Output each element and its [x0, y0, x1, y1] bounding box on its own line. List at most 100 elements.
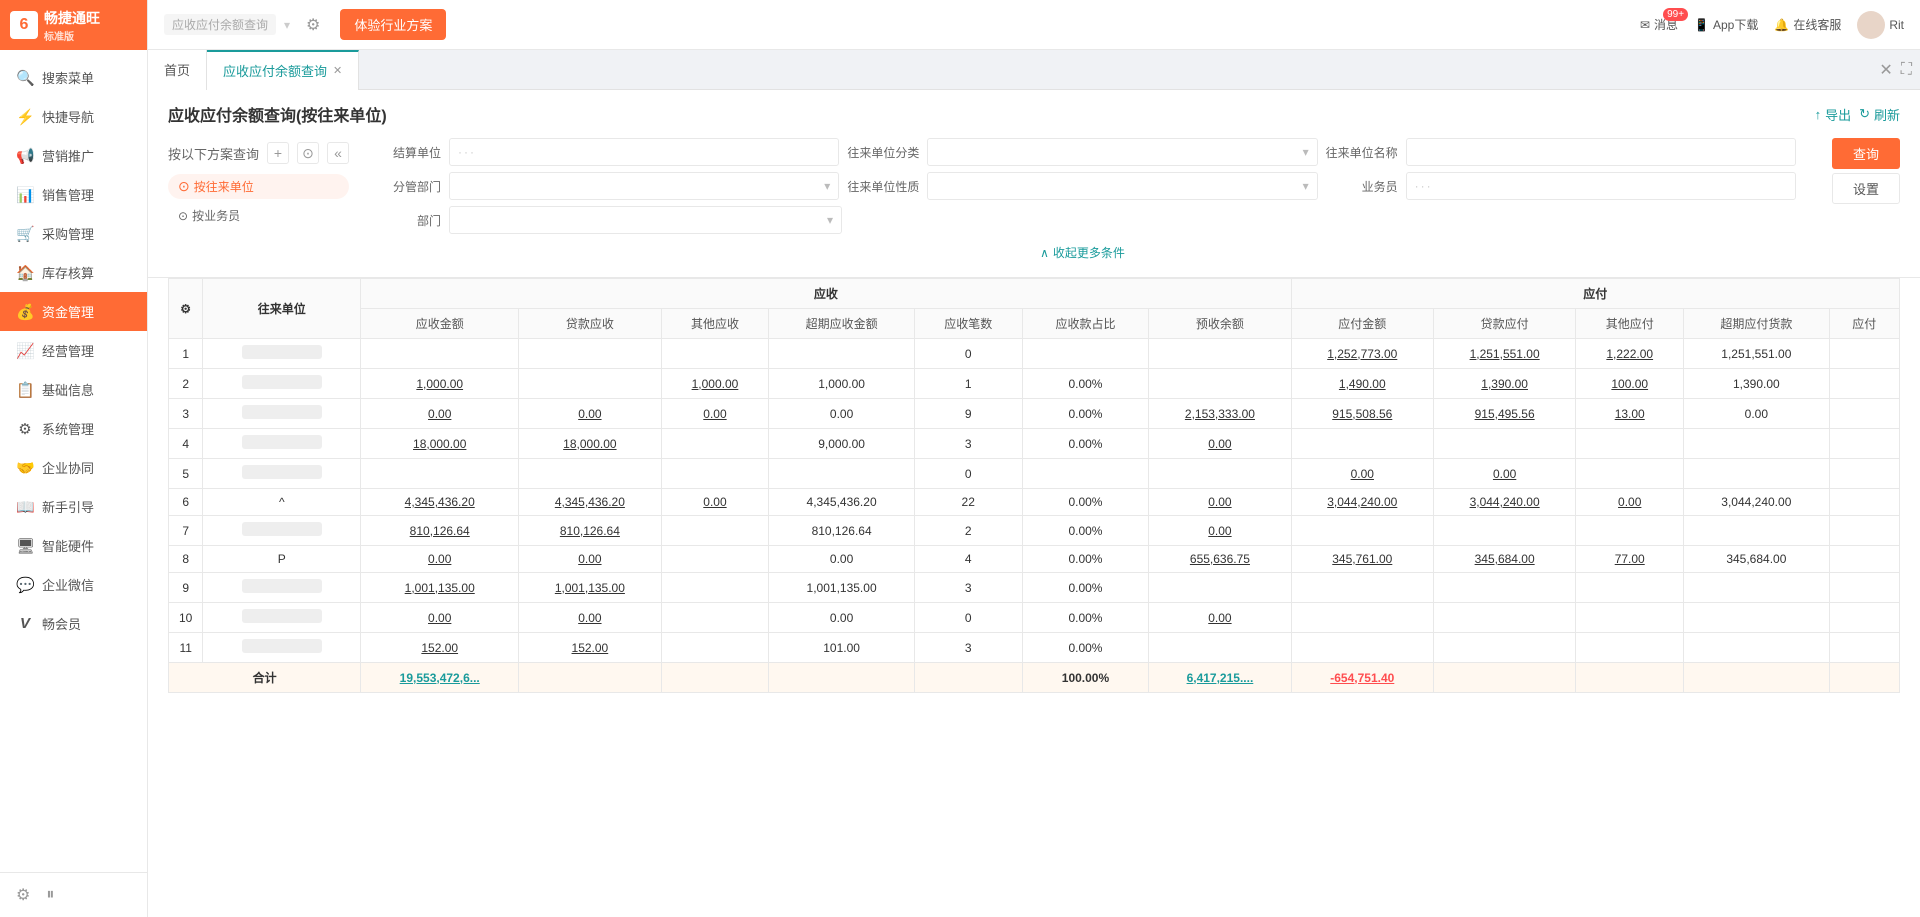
partner-name — [203, 573, 361, 603]
app-edition: 标准版 — [44, 28, 100, 43]
hardware-icon: 🖥 — [16, 537, 34, 555]
query-button[interactable]: 查询 — [1832, 138, 1900, 169]
field-dept: 分管部门 ▾ — [369, 172, 839, 200]
sidebar-item-quicknav[interactable]: ⚡ 快捷导航 — [0, 97, 147, 136]
th-payable-group: 应付 — [1291, 279, 1899, 309]
action-buttons: 查询 设置 — [1832, 138, 1900, 204]
breadcrumb: 应收应付余额查询 — [164, 14, 276, 35]
page-title: 应收应付余额查询(按往来单位) — [168, 102, 387, 126]
user-profile[interactable]: Rit — [1857, 11, 1904, 39]
tab-close-window-icon[interactable]: ✕ — [1879, 60, 1892, 80]
collapse-sidebar-icon[interactable]: ⏸ — [46, 886, 54, 904]
page-area: 应收应付余额查询(按往来单位) ↑ 导出 ↻ 刷新 按以下方案查询 — [148, 90, 1920, 917]
app-download-button[interactable]: 📱 App下载 — [1694, 16, 1758, 33]
input-department[interactable]: ▾ — [449, 206, 842, 234]
table-row: 91,001,135.001,001,135.001,001,135.0030.… — [169, 573, 1900, 603]
sidebar-item-collab[interactable]: 🤝 企业协同 — [0, 448, 147, 487]
tab-maximize-icon[interactable]: ⛶ — [1901, 61, 1912, 79]
input-partner-nature[interactable]: ▾ — [927, 172, 1317, 200]
th-ar-other: 其他应收 — [661, 309, 769, 339]
filter-top: 按以下方案查询 + ⊙ « — [168, 142, 349, 164]
input-salesperson[interactable]: ··· — [1406, 172, 1796, 200]
label-partner-nature: 往来单位性质 — [847, 178, 927, 195]
base-icon: 📋 — [16, 381, 34, 399]
th-ap-other: 其他应付 — [1576, 309, 1684, 339]
sidebar-logo: 6 畅捷通旺 标准版 — [0, 0, 147, 50]
field-partner-nature: 往来单位性质 ▾ — [847, 172, 1317, 200]
filter-add-icon[interactable]: + — [267, 142, 289, 164]
tab-close-icon[interactable]: ✕ — [333, 64, 342, 77]
table-row: 8P0.000.000.0040.00%655,636.75345,761.00… — [169, 546, 1900, 573]
input-settlement-unit[interactable]: ··· — [449, 138, 839, 166]
settings-button[interactable]: 设置 — [1832, 173, 1900, 204]
sidebar-item-purchase[interactable]: 🛒 采购管理 — [0, 214, 147, 253]
footer-ar-overdue — [769, 663, 914, 693]
input-partner-category[interactable]: ▾ — [927, 138, 1317, 166]
input-partner-name[interactable] — [1406, 138, 1796, 166]
scheme-by-partner[interactable]: ⊙ 按往来单位 — [168, 174, 349, 199]
sidebar-item-inventory[interactable]: 🏠 库存核算 — [0, 253, 147, 292]
sidebar-label-management: 经营管理 — [42, 341, 94, 360]
tab-arbalance[interactable]: 应收应付余额查询 ✕ — [207, 50, 359, 90]
table-row: 7810,126.64810,126.64810,126.6420.00%0.0… — [169, 516, 1900, 546]
sidebar-item-search[interactable]: 🔍 搜索菜单 — [0, 58, 147, 97]
partner-name — [203, 369, 361, 399]
th-ap-extra: 应付 — [1829, 309, 1899, 339]
vip-icon: V — [16, 615, 34, 632]
export-button[interactable]: ↑ 导出 — [1815, 105, 1852, 124]
partner-name — [203, 429, 361, 459]
footer-ar-ratio: 100.00% — [1022, 663, 1149, 693]
filter-area: 按以下方案查询 + ⊙ « ⊙ 按往来单位 ⊙ 按业务员 — [148, 126, 1920, 278]
sidebar-label-search: 搜索菜单 — [42, 68, 94, 87]
sidebar-item-management[interactable]: 📈 经营管理 — [0, 331, 147, 370]
online-service-button[interactable]: 🔔 在线客服 — [1774, 16, 1841, 33]
sidebar-item-wechat[interactable]: 💬 企业微信 — [0, 565, 147, 604]
gear-icon[interactable]: ⚙ — [306, 15, 320, 35]
footer-ar-other — [661, 663, 769, 693]
footer-ar-loan — [519, 663, 661, 693]
input-dept[interactable]: ▾ — [449, 172, 839, 200]
collapse-more-btn[interactable]: ∧ 收起更多条件 — [369, 240, 1796, 265]
breadcrumb-area: 应收应付余额查询 ▾ ⚙ 体验行业方案 — [164, 9, 1640, 40]
sidebar-item-hardware[interactable]: 🖥 智能硬件 — [0, 526, 147, 565]
sidebar-label-hardware: 智能硬件 — [42, 536, 94, 555]
page-actions: ↑ 导出 ↻ 刷新 — [1815, 105, 1900, 124]
messages-icon: ✉ — [1640, 18, 1650, 32]
tab-bar: 首页 应收应付余额查询 ✕ ✕ ⛶ — [148, 50, 1920, 90]
partner-name: P — [203, 546, 361, 573]
partner-name — [203, 603, 361, 633]
app-download-label: App下载 — [1713, 16, 1758, 33]
label-settlement-unit: 结算单位 — [369, 144, 449, 161]
sidebar-label-sales: 销售管理 — [42, 185, 94, 204]
table-row: 100.000.000.0000.00%0.00 — [169, 603, 1900, 633]
tab-right-actions: ✕ ⛶ — [1879, 60, 1920, 80]
refresh-button[interactable]: ↻ 刷新 — [1859, 105, 1900, 124]
promo-button[interactable]: 体验行业方案 — [340, 9, 446, 40]
th-ar-prepay: 预收余额 — [1149, 309, 1291, 339]
sidebar-item-sales[interactable]: 📊 销售管理 — [0, 175, 147, 214]
scheme-by-salesperson[interactable]: ⊙ 按业务员 — [168, 203, 349, 228]
settings-bottom-icon[interactable]: ⚙ — [16, 885, 30, 905]
partner-name — [203, 399, 361, 429]
footer-ap-overdue — [1684, 663, 1829, 693]
th-ar-loan: 贷款应收 — [519, 309, 661, 339]
sidebar-item-base[interactable]: 📋 基础信息 — [0, 370, 147, 409]
footer-ar-total[interactable]: 19,553,472,6... — [361, 663, 519, 693]
tab-home-label: 首页 — [164, 60, 190, 79]
field-settlement-unit: 结算单位 ··· — [369, 138, 839, 166]
footer-ar-prepay[interactable]: 6,417,215.... — [1149, 663, 1291, 693]
tab-home[interactable]: 首页 — [148, 50, 207, 90]
sidebar-item-vip[interactable]: V 畅会员 — [0, 604, 147, 643]
footer-ap-total[interactable]: -654,751.40 — [1291, 663, 1433, 693]
table-area: ⚙ 往来单位 应收 应付 应收金额 贷款应收 其他应收 超期应收金额 应收笔数 … — [148, 278, 1920, 917]
sidebar-item-system[interactable]: ⚙ 系统管理 — [0, 409, 147, 448]
th-settings[interactable]: ⚙ — [169, 279, 203, 339]
sidebar-item-marketing[interactable]: 📢 营销推广 — [0, 136, 147, 175]
finance-icon: 💰 — [16, 303, 34, 321]
sidebar-item-guide[interactable]: 📖 新手引导 — [0, 487, 147, 526]
collab-icon: 🤝 — [16, 459, 34, 477]
filter-settings-icon[interactable]: ⊙ — [297, 142, 319, 164]
filter-collapse-icon[interactable]: « — [327, 142, 349, 164]
messages-button[interactable]: ✉ 消息 99+ — [1640, 16, 1678, 33]
sidebar-item-finance[interactable]: 💰 资金管理 — [0, 292, 147, 331]
